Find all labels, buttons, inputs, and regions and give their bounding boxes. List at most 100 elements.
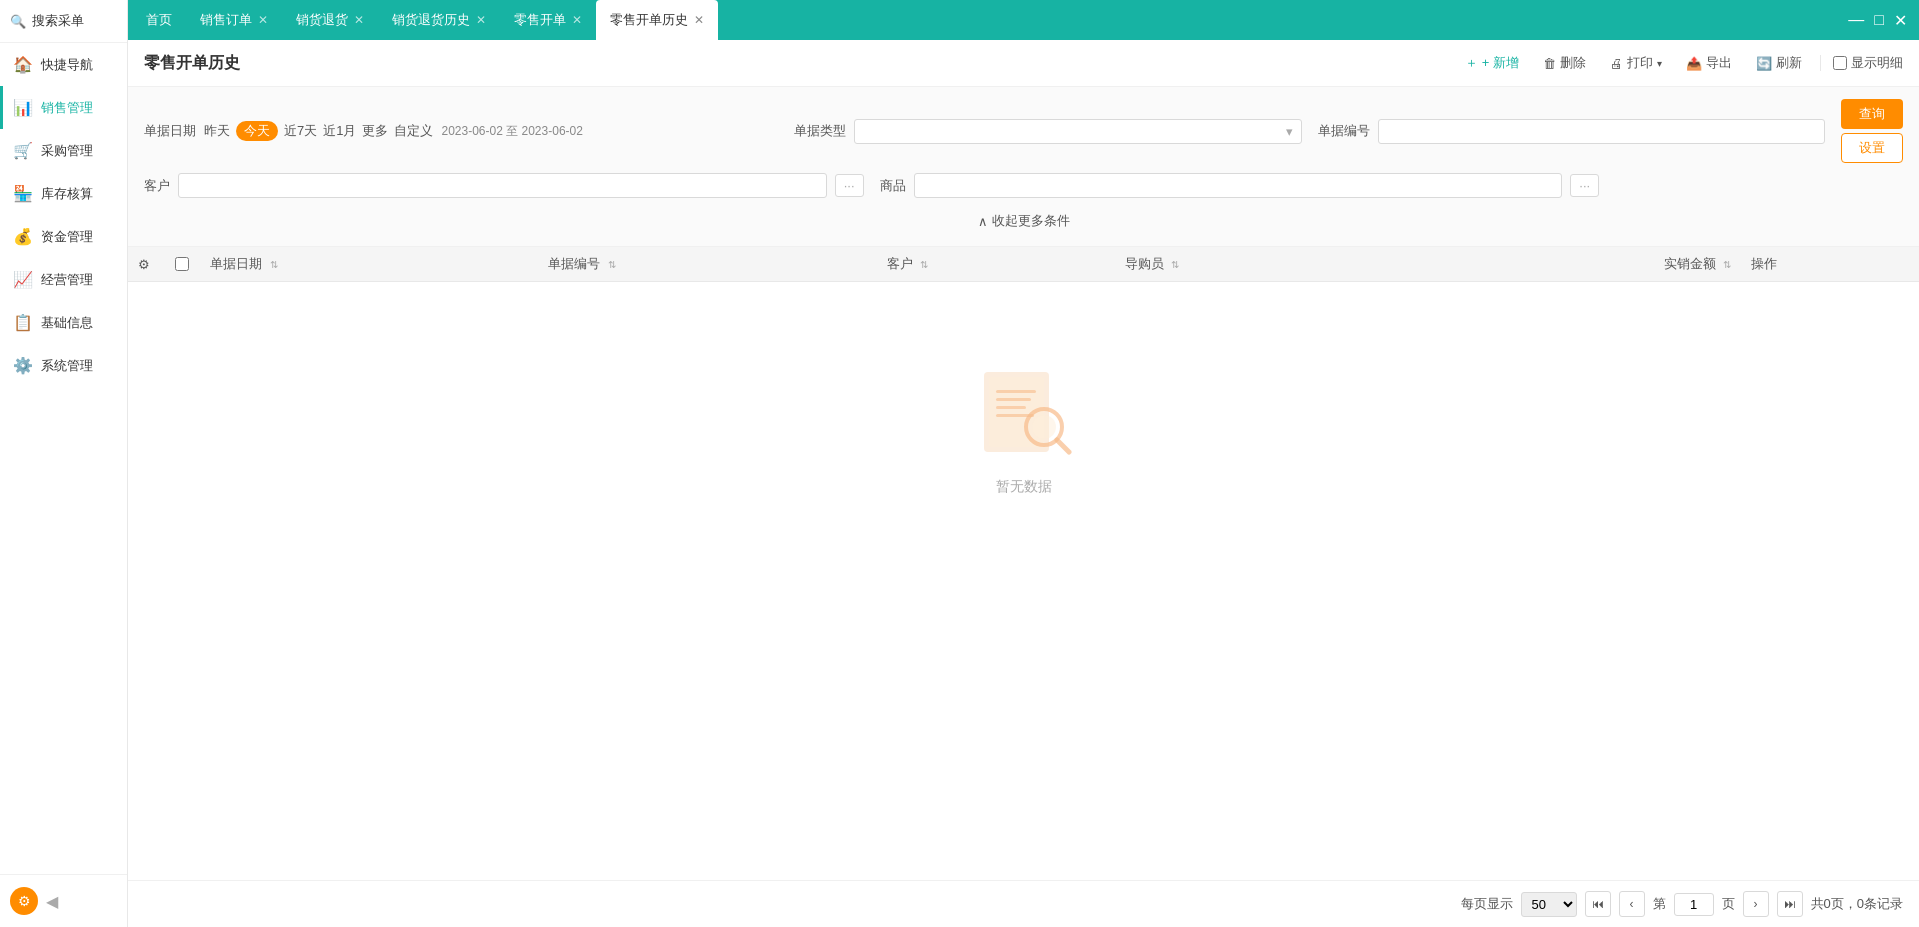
th-doc-no-label: 单据编号: [548, 256, 600, 271]
sidebar-item-purchase-mgmt[interactable]: 🛒 采购管理: [0, 129, 127, 172]
filter-row-1: 单据日期 昨天 今天 近7天 近1月 更多 自定义 2023-06-02 至 2…: [144, 99, 1903, 163]
empty-text: 暂无数据: [996, 478, 1052, 496]
tab-home[interactable]: 首页: [132, 0, 186, 40]
sidebar-item-inventory[interactable]: 🏪 库存核算: [0, 172, 127, 215]
operations-icon: 📈: [13, 270, 33, 289]
select-all-checkbox[interactable]: [175, 257, 189, 271]
print-label: 打印: [1627, 54, 1653, 72]
filter-row-2: 客户 ··· 商品 ···: [144, 173, 1903, 198]
display-detail-label: 显示明细: [1851, 54, 1903, 72]
tab-sales-order-close[interactable]: ✕: [258, 13, 268, 27]
search-icon: 🔍: [10, 14, 26, 29]
add-icon: ＋: [1465, 54, 1478, 72]
customer-input[interactable]: [178, 173, 827, 198]
tab-retail-open-label: 零售开单: [514, 11, 566, 29]
tab-sales-order[interactable]: 销售订单 ✕: [186, 0, 282, 40]
sidebar-collapse-button[interactable]: ◀: [46, 892, 58, 911]
sidebar-label-inventory: 库存核算: [41, 185, 93, 203]
th-actual-amount-label: 实销金额: [1664, 256, 1716, 271]
th-actual-amount[interactable]: 实销金额 ⇅: [1403, 247, 1741, 282]
doc-type-select[interactable]: ▾: [854, 119, 1301, 144]
shortcut-last7[interactable]: 近7天: [284, 122, 317, 140]
display-detail-checkbox[interactable]: [1833, 56, 1847, 70]
sidebar-label-finance: 资金管理: [41, 228, 93, 246]
refresh-icon: 🔄: [1756, 56, 1772, 71]
window-minimize-button[interactable]: —: [1848, 11, 1864, 29]
last-page-button[interactable]: ⏭: [1777, 891, 1803, 917]
column-settings-icon[interactable]: ⚙: [138, 257, 150, 272]
export-button[interactable]: 📤 导出: [1680, 50, 1738, 76]
per-page-label: 每页显示: [1461, 895, 1513, 913]
toolbar: 零售开单历史 ＋ + 新增 🗑 删除 🖨 打印 ▾ 📤 导出: [128, 40, 1919, 87]
inventory-icon: 🏪: [13, 184, 33, 203]
th-guide[interactable]: 导购员 ⇅: [1115, 247, 1403, 282]
shortcut-custom[interactable]: 自定义: [394, 122, 433, 140]
refresh-button[interactable]: 🔄 刷新: [1750, 50, 1808, 76]
tab-retail-history[interactable]: 零售开单历史 ✕: [596, 0, 718, 40]
sidebar-item-operations[interactable]: 📈 经营管理: [0, 258, 127, 301]
print-button[interactable]: 🖨 打印 ▾: [1604, 50, 1668, 76]
per-page-select[interactable]: 50 100 200: [1521, 892, 1577, 917]
tab-retail-history-close[interactable]: ✕: [694, 13, 704, 27]
svg-line-8: [1057, 440, 1069, 452]
customer-dots[interactable]: ···: [835, 174, 864, 197]
shortcut-today[interactable]: 今天: [236, 121, 278, 141]
sidebar-item-basic-info[interactable]: 📋 基础信息: [0, 301, 127, 344]
sidebar-search-label: 搜索采单: [32, 12, 84, 30]
date-filter-field: 单据日期 昨天 今天 近7天 近1月 更多 自定义 2023-06-02 至 2…: [144, 121, 778, 141]
settings-gear-button[interactable]: ⚙: [10, 887, 38, 915]
window-close-button[interactable]: ✕: [1894, 11, 1907, 30]
data-table: ⚙ 单据日期 ⇅ 单据编号 ⇅: [128, 247, 1919, 282]
tab-sales-return[interactable]: 销货退货 ✕: [282, 0, 378, 40]
th-settings[interactable]: ⚙: [128, 247, 164, 282]
tab-sales-return-close[interactable]: ✕: [354, 13, 364, 27]
date-range-value: 2023-06-02 至 2023-06-02: [441, 123, 582, 140]
query-button[interactable]: 查询: [1841, 99, 1903, 129]
sidebar-search[interactable]: 🔍 搜索采单: [0, 0, 127, 43]
th-checkbox: [164, 247, 200, 282]
shortcut-more[interactable]: 更多: [362, 122, 388, 140]
shortcut-yesterday[interactable]: 昨天: [204, 122, 230, 140]
filter-buttons: 查询 设置: [1841, 99, 1903, 163]
sort-date-icon: ⇅: [270, 259, 278, 270]
product-dots[interactable]: ···: [1570, 174, 1599, 197]
th-doc-no[interactable]: 单据编号 ⇅: [538, 247, 876, 282]
tab-retail-open-close[interactable]: ✕: [572, 13, 582, 27]
date-shortcuts: 昨天 今天 近7天 近1月 更多 自定义: [204, 121, 433, 141]
tab-sales-return-history[interactable]: 销货退货历史 ✕: [378, 0, 500, 40]
product-label: 商品: [880, 177, 906, 195]
page-suffix: 页: [1722, 895, 1735, 913]
sidebar-item-finance[interactable]: 💰 资金管理: [0, 215, 127, 258]
th-customer[interactable]: 客户 ⇅: [877, 247, 1115, 282]
th-date-label: 单据日期: [210, 256, 262, 271]
pagination: 每页显示 50 100 200 ⏮ ‹ 第 页 › ⏭ 共0页，0条记录: [128, 880, 1919, 927]
page-label: 第: [1653, 895, 1666, 913]
sidebar-item-sales-mgmt[interactable]: 📊 销售管理: [0, 86, 127, 129]
tab-retail-open[interactable]: 零售开单 ✕: [500, 0, 596, 40]
sort-amount-icon: ⇅: [1723, 259, 1731, 270]
collapse-button[interactable]: ∧ 收起更多条件: [144, 208, 1903, 234]
window-maximize-button[interactable]: □: [1874, 11, 1884, 29]
sidebar-label-sales-mgmt: 销售管理: [41, 99, 93, 117]
doc-no-filter-field: 单据编号: [1318, 119, 1825, 144]
display-detail-button[interactable]: 显示明细: [1833, 54, 1903, 72]
th-action: 操作: [1741, 247, 1919, 282]
product-input[interactable]: [914, 173, 1563, 198]
th-date[interactable]: 单据日期 ⇅: [200, 247, 538, 282]
tab-sales-return-label: 销货退货: [296, 11, 348, 29]
sidebar-item-system[interactable]: ⚙️ 系统管理: [0, 344, 127, 387]
next-page-button[interactable]: ›: [1743, 891, 1769, 917]
add-button[interactable]: ＋ + 新增: [1459, 50, 1525, 76]
setting-button[interactable]: 设置: [1841, 133, 1903, 163]
sidebar-item-quick-nav[interactable]: 🏠 快捷导航: [0, 43, 127, 86]
delete-label: 删除: [1560, 54, 1586, 72]
shortcut-last-month[interactable]: 近1月: [323, 122, 356, 140]
doc-no-input[interactable]: [1378, 119, 1825, 144]
first-page-button[interactable]: ⏮: [1585, 891, 1611, 917]
export-icon: 📤: [1686, 56, 1702, 71]
tab-sales-return-history-close[interactable]: ✕: [476, 13, 486, 27]
page-number-input[interactable]: [1674, 893, 1714, 916]
delete-button[interactable]: 🗑 删除: [1537, 50, 1592, 76]
prev-page-button[interactable]: ‹: [1619, 891, 1645, 917]
sort-doc-no-icon: ⇅: [608, 259, 616, 270]
